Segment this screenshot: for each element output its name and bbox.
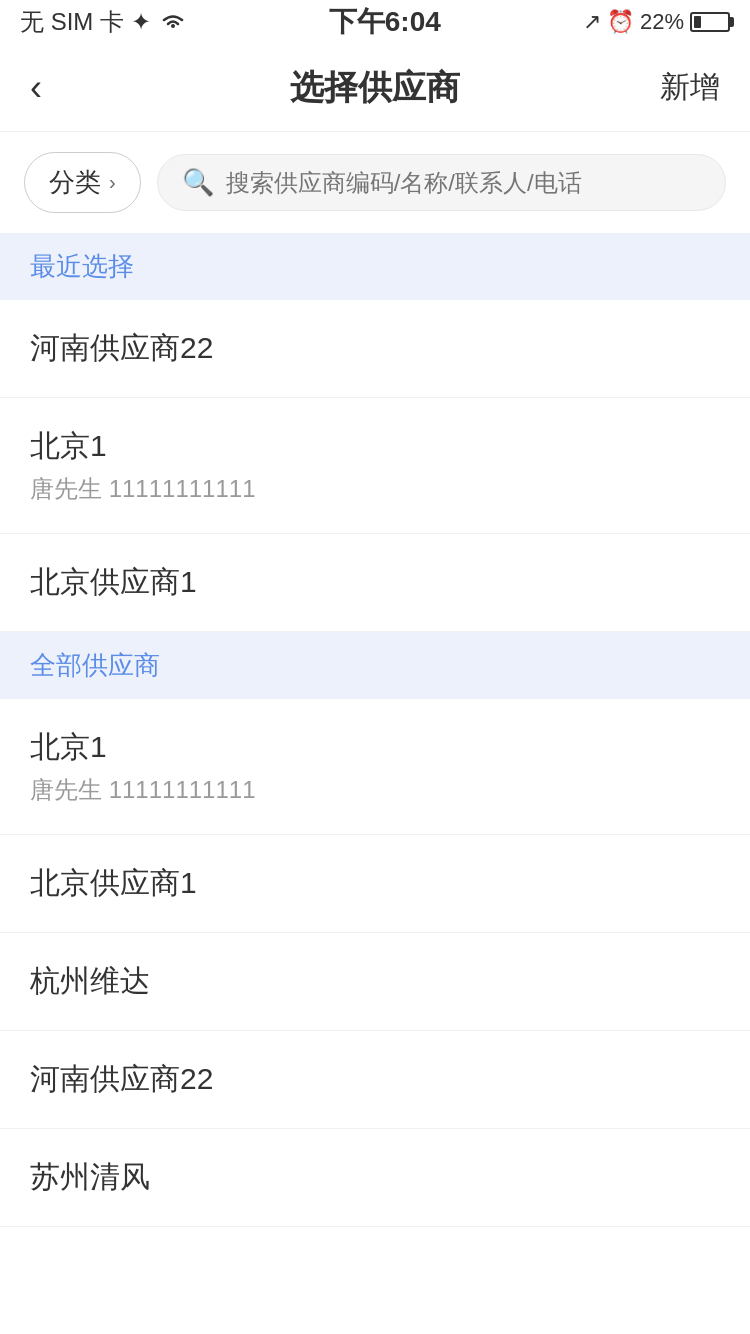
item-name: 北京1 (30, 727, 720, 768)
wifi-icon (159, 12, 187, 32)
item-sub: 唐先生 11111111111 (30, 473, 720, 505)
list-item[interactable]: 杭州维达 (0, 933, 750, 1031)
item-name: 河南供应商22 (30, 328, 720, 369)
list-item[interactable]: 河南供应商22 (0, 300, 750, 398)
location-icon: ↗ (583, 9, 601, 35)
item-name: 河南供应商22 (30, 1059, 720, 1100)
all-section-header: 全部供应商 (0, 632, 750, 699)
recent-section-label: 最近选择 (30, 251, 134, 281)
item-sub: 唐先生 11111111111 (30, 774, 720, 806)
item-name: 苏州清风 (30, 1157, 720, 1198)
status-time: 下午6:04 (329, 3, 441, 41)
list-item[interactable]: 北京1 唐先生 11111111111 (0, 398, 750, 534)
recent-list: 河南供应商22 北京1 唐先生 11111111111 北京供应商1 (0, 300, 750, 632)
sim-text: 无 SIM 卡 ✦ (20, 6, 151, 38)
category-label: 分类 (49, 165, 101, 200)
status-right: ↗ ⏰ 22% (583, 9, 730, 35)
list-item[interactable]: 北京1 唐先生 11111111111 (0, 699, 750, 835)
list-item[interactable]: 北京供应商1 (0, 835, 750, 933)
battery-percent: 22% (640, 9, 684, 35)
list-item[interactable]: 北京供应商1 (0, 534, 750, 632)
status-bar: 无 SIM 卡 ✦ 下午6:04 ↗ ⏰ 22% (0, 0, 750, 44)
battery-fill (694, 16, 701, 28)
item-name: 北京1 (30, 426, 720, 467)
chevron-right-icon: › (109, 171, 116, 194)
page-title: 选择供应商 (290, 65, 460, 111)
search-box: 🔍 (157, 154, 726, 211)
status-left: 无 SIM 卡 ✦ (20, 6, 187, 38)
all-list: 北京1 唐先生 11111111111 北京供应商1 杭州维达河南供应商22 苏州清风 (0, 699, 750, 1227)
item-name: 杭州维达 (30, 961, 720, 1002)
add-button[interactable]: 新增 (660, 67, 720, 108)
list-item[interactable]: 河南供应商22 (0, 1031, 750, 1129)
all-section-label: 全部供应商 (30, 650, 160, 680)
nav-bar: ‹ 选择供应商 新增 (0, 44, 750, 132)
item-name: 北京供应商1 (30, 562, 720, 603)
category-button[interactable]: 分类 › (24, 152, 141, 213)
recent-section-header: 最近选择 (0, 233, 750, 300)
list-item[interactable]: 苏州清风 (0, 1129, 750, 1227)
filter-bar: 分类 › 🔍 (0, 132, 750, 233)
alarm-icon: ⏰ (607, 9, 634, 35)
search-icon: 🔍 (182, 167, 214, 198)
battery-icon (690, 12, 730, 32)
search-input[interactable] (226, 169, 701, 197)
back-button[interactable]: ‹ (30, 67, 90, 109)
item-name: 北京供应商1 (30, 863, 720, 904)
